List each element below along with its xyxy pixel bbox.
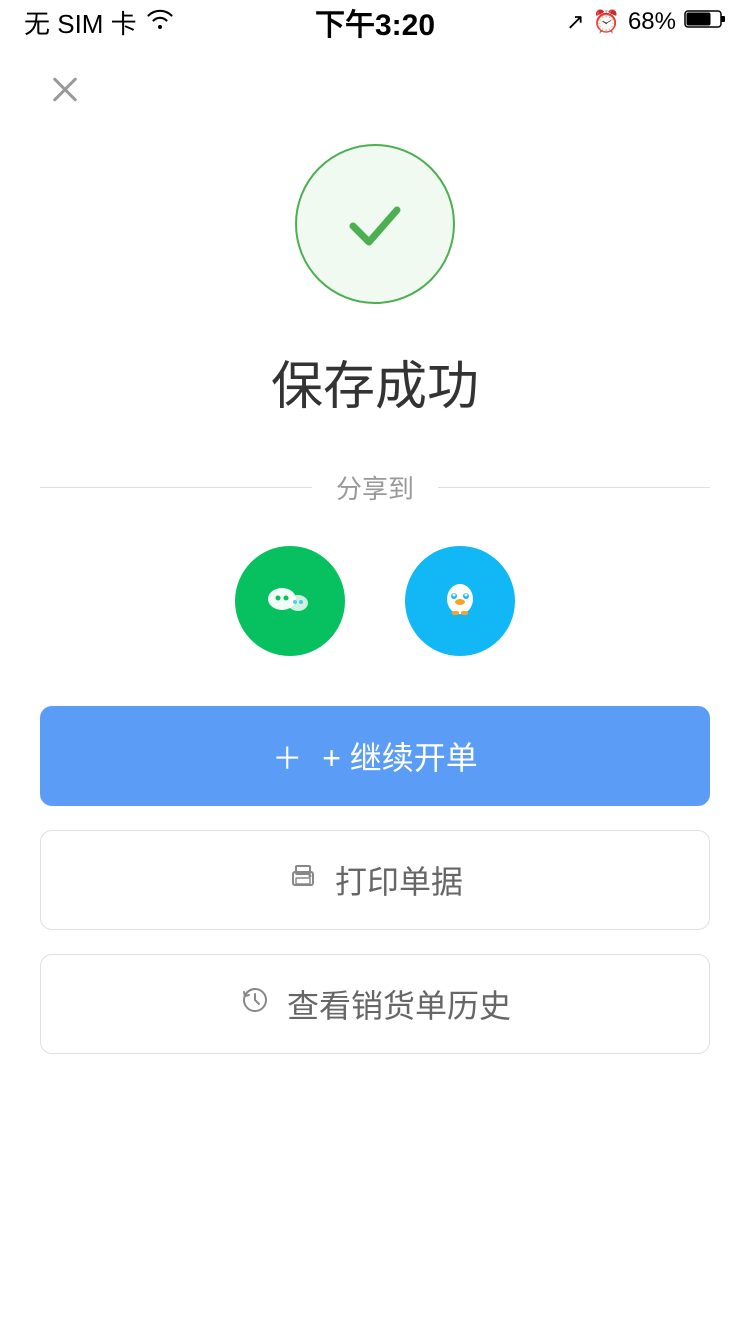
wechat-share-button[interactable] xyxy=(235,546,345,656)
history-icon xyxy=(239,984,271,1024)
share-section: 分享到 xyxy=(40,469,710,656)
wifi-icon xyxy=(145,7,175,38)
share-line-right xyxy=(438,487,710,488)
print-button[interactable]: 打印单据 xyxy=(40,830,710,930)
share-icons xyxy=(235,546,515,656)
history-label: 查看销货单历史 xyxy=(287,981,511,1027)
history-button[interactable]: 查看销货单历史 xyxy=(40,954,710,1054)
alarm-icon: ⏰ xyxy=(593,9,620,35)
print-icon xyxy=(287,860,319,900)
main-content: 保存成功 分享到 xyxy=(0,44,750,1334)
print-label: 打印单据 xyxy=(335,857,463,903)
share-divider-row: 分享到 xyxy=(40,469,710,506)
success-icon-circle xyxy=(295,144,455,304)
status-bar-right: ↗ ⏰ 68% xyxy=(566,8,726,37)
success-title: 保存成功 xyxy=(271,344,479,419)
checkmark-icon xyxy=(335,184,415,264)
close-button[interactable] xyxy=(40,64,90,114)
share-label: 分享到 xyxy=(312,469,438,506)
status-bar-left: 无 SIM 卡 xyxy=(24,4,175,41)
continue-label: + 继续开单 xyxy=(322,733,478,779)
location-icon: ↗ xyxy=(566,9,584,35)
continue-button[interactable]: ＋ + 继续开单 xyxy=(40,706,710,806)
qq-share-button[interactable] xyxy=(405,546,515,656)
share-line-left xyxy=(40,487,312,488)
battery-icon xyxy=(684,8,726,37)
status-bar: 无 SIM 卡 下午3:20 ↗ ⏰ 68% xyxy=(0,0,750,44)
plus-icon: ＋ xyxy=(272,734,302,778)
battery-label: 68% xyxy=(628,8,676,36)
action-buttons: ＋ + 继续开单 打印单据 xyxy=(40,706,710,1054)
status-bar-time: 下午3:20 xyxy=(315,0,435,44)
no-sim-label: 无 SIM 卡 xyxy=(24,4,137,41)
